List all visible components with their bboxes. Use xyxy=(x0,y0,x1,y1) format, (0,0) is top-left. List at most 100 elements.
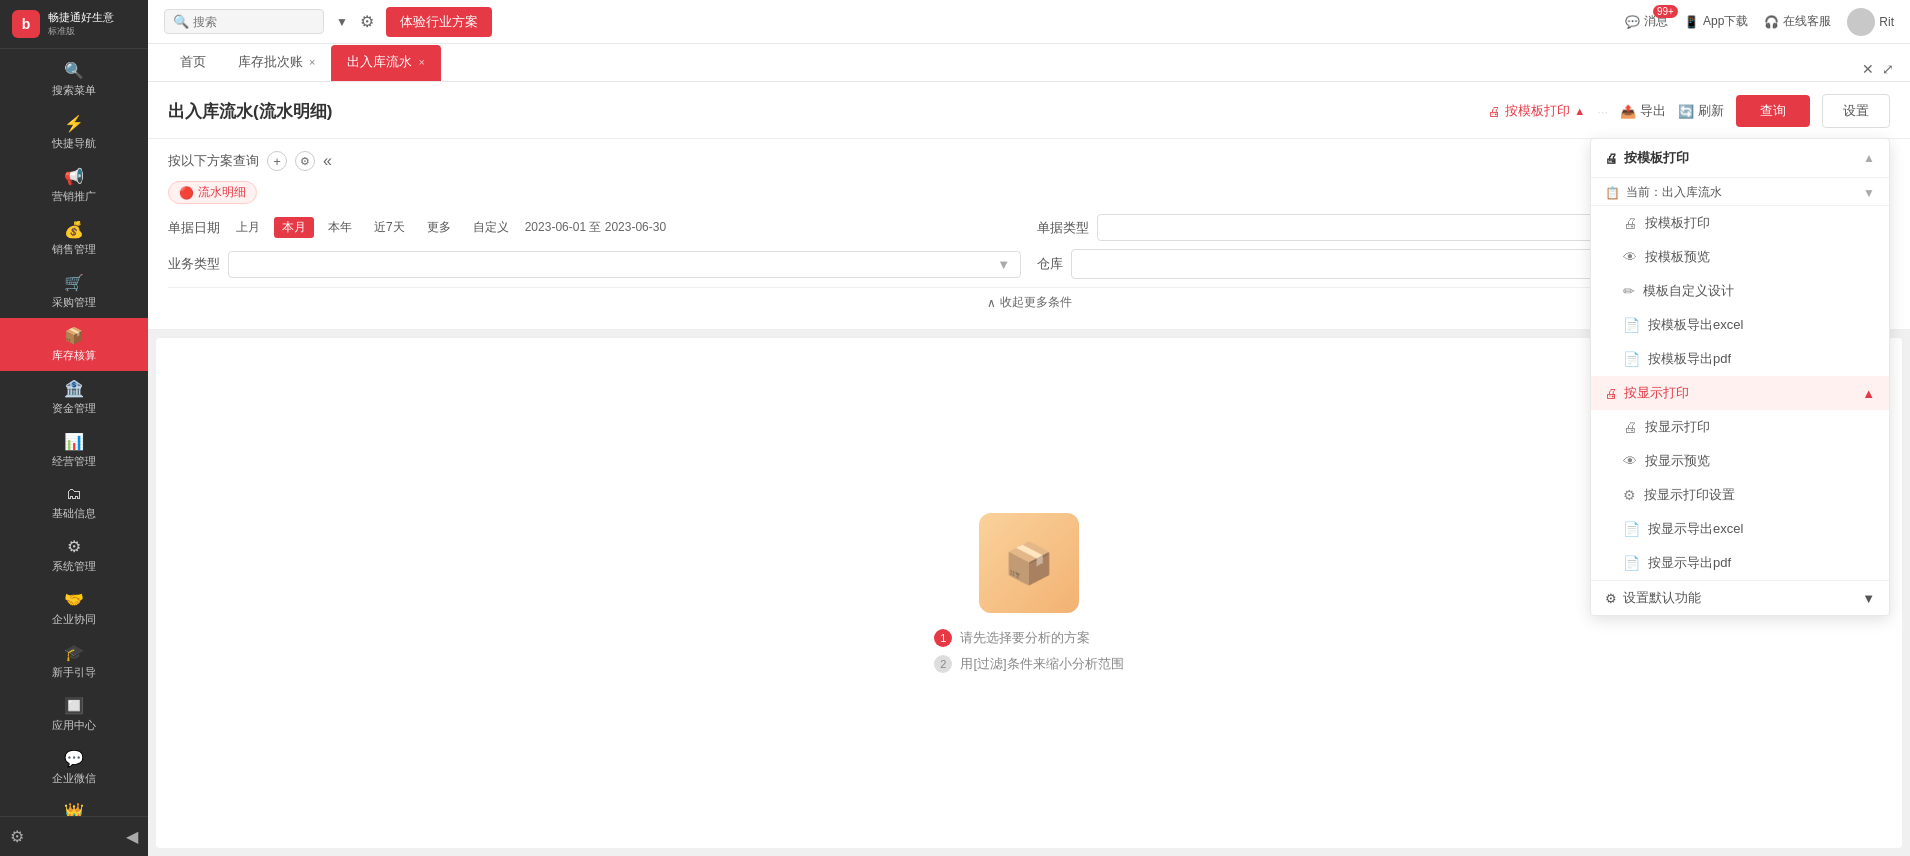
dropdown-display-print[interactable]: 🖨 按显示打印 xyxy=(1591,410,1889,444)
sidebar-settings-icon[interactable]: ⚙ xyxy=(10,827,24,846)
dropdown-display-pdf[interactable]: 📄 按显示导出pdf xyxy=(1591,546,1889,580)
date-opt-last-month[interactable]: 上月 xyxy=(228,217,268,238)
sales-icon: 💰 xyxy=(64,220,84,239)
template-custom-icon: ✏ xyxy=(1623,283,1635,299)
display-section-icon: 🖨 xyxy=(1605,386,1618,401)
hint-num-1: 1 xyxy=(934,629,952,647)
printer-icon: 🖨 xyxy=(1488,104,1501,119)
sidebar-collapse-icon[interactable]: ◀ xyxy=(126,827,138,846)
empty-hint-2: 2 用[过滤]条件来缩小分析范围 xyxy=(934,655,1123,673)
dropdown-display-excel[interactable]: 📄 按显示导出excel xyxy=(1591,512,1889,546)
dropdown-template-print[interactable]: 🖨 按模板打印 xyxy=(1591,206,1889,240)
display-excel-label: 按显示导出excel xyxy=(1648,520,1743,538)
sidebar-item-guide[interactable]: 🎓 新手引导 xyxy=(0,635,148,688)
sidebar-item-marketing[interactable]: 📢 营销推广 xyxy=(0,159,148,212)
filter-biz-type-select[interactable]: ▼ xyxy=(228,251,1021,278)
filter-settings-icon: ⚙ xyxy=(300,155,310,168)
basic-icon: 🗂 xyxy=(66,485,82,503)
template-print-button[interactable]: 🖨 按模板打印 ▲ xyxy=(1488,102,1585,120)
dropdown-title: 按模板打印 xyxy=(1624,149,1689,167)
topbar-app-download[interactable]: 📱 App下载 xyxy=(1684,13,1748,30)
sidebar: b 畅捷通好生意 标准版 🔍 搜索菜单 ⚡ 快捷导航 📢 营销推广 💰 销售管理… xyxy=(0,0,148,856)
dropdown-template-pdf[interactable]: 📄 按模板导出pdf xyxy=(1591,342,1889,376)
sidebar-item-apps[interactable]: 🔲 应用中心 xyxy=(0,688,148,741)
dropdown-footer[interactable]: ⚙ 设置默认功能 ▼ xyxy=(1591,580,1889,615)
dropdown-printer-icon: 🖨 xyxy=(1605,151,1618,166)
dropdown-display-preview[interactable]: 👁 按显示预览 xyxy=(1591,444,1889,478)
sidebar-item-purchase[interactable]: 🛒 采购管理 xyxy=(0,265,148,318)
filter-type-tag[interactable]: 🔴 流水明细 xyxy=(168,181,257,204)
display-settings-icon: ⚙ xyxy=(1623,487,1636,503)
dropdown-display-print-settings[interactable]: ⚙ 按显示打印设置 xyxy=(1591,478,1889,512)
export-button[interactable]: 📤 导出 xyxy=(1620,102,1666,120)
topbar-user[interactable]: Rit xyxy=(1847,8,1894,36)
settings-button[interactable]: 设置 xyxy=(1822,94,1890,128)
tab-maximize-btn[interactable]: ⤢ xyxy=(1882,61,1894,77)
empty-hint-1: 1 请先选择要分析的方案 xyxy=(934,629,1123,647)
topbar-search-box[interactable]: 🔍 xyxy=(164,9,324,34)
sidebar-item-inventory[interactable]: 📦 库存核算 xyxy=(0,318,148,371)
topbar-right-actions: 💬 消息 99+ 📱 App下载 🎧 在线客服 Rit xyxy=(1625,8,1894,36)
display-excel-icon: 📄 xyxy=(1623,521,1640,537)
sidebar-item-vip[interactable]: 👑 畅会员 xyxy=(0,794,148,816)
topbar-search-chevron[interactable]: ▼ xyxy=(336,15,348,29)
tab-batch[interactable]: 库存批次账 × xyxy=(222,45,331,81)
filter-biz-type-chevron: ▼ xyxy=(997,257,1010,272)
sidebar-item-label: 基础信息 xyxy=(52,506,96,521)
sidebar-item-quick[interactable]: ⚡ 快捷导航 xyxy=(0,106,148,159)
tab-flow-close[interactable]: × xyxy=(418,56,424,68)
sidebar-item-search[interactable]: 🔍 搜索菜单 xyxy=(0,53,148,106)
hint-text-2: 用[过滤]条件来缩小分析范围 xyxy=(960,655,1123,673)
topbar-messages[interactable]: 💬 消息 99+ xyxy=(1625,13,1668,30)
date-opt-more[interactable]: 更多 xyxy=(419,217,459,238)
page-header: 出入库流水(流水明细) 🖨 按模板打印 ▲ ··· 📤 导出 🔄 刷新 🖨 xyxy=(148,82,1910,139)
filter-settings-button[interactable]: ⚙ xyxy=(295,151,315,171)
display-preview-icon: 👁 xyxy=(1623,453,1637,469)
dropdown-template-preview[interactable]: 👁 按模板预览 xyxy=(1591,240,1889,274)
sidebar-item-operations[interactable]: 📊 经营管理 xyxy=(0,424,148,477)
dropdown-template-excel[interactable]: 📄 按模板导出excel xyxy=(1591,308,1889,342)
query-button[interactable]: 查询 xyxy=(1736,95,1810,127)
date-opt-7days[interactable]: 近7天 xyxy=(366,217,413,238)
sidebar-item-sales[interactable]: 💰 销售管理 xyxy=(0,212,148,265)
operations-icon: 📊 xyxy=(64,432,84,451)
topbar-trial-button[interactable]: 体验行业方案 xyxy=(386,7,492,37)
export-icon: 📤 xyxy=(1620,104,1636,119)
display-section-label: 按显示打印 xyxy=(1624,384,1689,402)
current-template-chevron[interactable]: ▼ xyxy=(1863,186,1875,200)
topbar: 🔍 ▼ ⚙ 体验行业方案 💬 消息 99+ 📱 App下载 🎧 在线客服 Rit xyxy=(148,0,1910,44)
tab-restore-btn[interactable]: ✕ xyxy=(1862,61,1874,77)
sidebar-item-label: 应用中心 xyxy=(52,718,96,733)
date-opt-this-year[interactable]: 本年 xyxy=(320,217,360,238)
sidebar-item-label: 系统管理 xyxy=(52,559,96,574)
filter-add-button[interactable]: + xyxy=(267,151,287,171)
topbar-search-input[interactable] xyxy=(193,15,313,29)
sidebar-item-system[interactable]: ⚙ 系统管理 xyxy=(0,529,148,582)
main-content: 🔍 ▼ ⚙ 体验行业方案 💬 消息 99+ 📱 App下载 🎧 在线客服 Rit xyxy=(148,0,1910,856)
sidebar-item-wechat[interactable]: 💬 企业微信 xyxy=(0,741,148,794)
tab-home[interactable]: 首页 xyxy=(164,45,222,81)
dropdown-header: 🖨 按模板打印 ▲ xyxy=(1591,139,1889,178)
marketing-icon: 📢 xyxy=(64,167,84,186)
filter-collapse-button[interactable]: « xyxy=(323,152,332,170)
date-opt-this-month[interactable]: 本月 xyxy=(274,217,314,238)
sidebar-item-finance[interactable]: 🏦 资金管理 xyxy=(0,371,148,424)
apps-icon: 🔲 xyxy=(64,696,84,715)
refresh-button[interactable]: 🔄 刷新 xyxy=(1678,102,1724,120)
sidebar-item-basic[interactable]: 🗂 基础信息 xyxy=(0,477,148,529)
page-actions: 🖨 按模板打印 ▲ ··· 📤 导出 🔄 刷新 🖨 按模板打印 xyxy=(1488,94,1890,138)
topbar-gear-icon[interactable]: ⚙ xyxy=(360,12,374,31)
dropdown-template-custom[interactable]: ✏ 模板自定义设计 xyxy=(1591,274,1889,308)
filter-biz-type-label: 业务类型 xyxy=(168,255,220,273)
sidebar-item-label: 企业协同 xyxy=(52,612,96,627)
date-opt-custom[interactable]: 自定义 xyxy=(465,217,517,238)
template-excel-label: 按模板导出excel xyxy=(1648,316,1743,334)
dropdown-collapse-icon[interactable]: ▲ xyxy=(1863,151,1875,165)
sidebar-item-label: 营销推广 xyxy=(52,189,96,204)
tab-flow[interactable]: 出入库流水 × xyxy=(331,45,440,81)
sidebar-item-collab[interactable]: 🤝 企业协同 xyxy=(0,582,148,635)
topbar-customer-service[interactable]: 🎧 在线客服 xyxy=(1764,13,1831,30)
dropdown-display-section-header[interactable]: 🖨 按显示打印 ▲ xyxy=(1591,376,1889,410)
hint-num-2: 2 xyxy=(934,655,952,673)
tab-batch-close[interactable]: × xyxy=(309,56,315,68)
